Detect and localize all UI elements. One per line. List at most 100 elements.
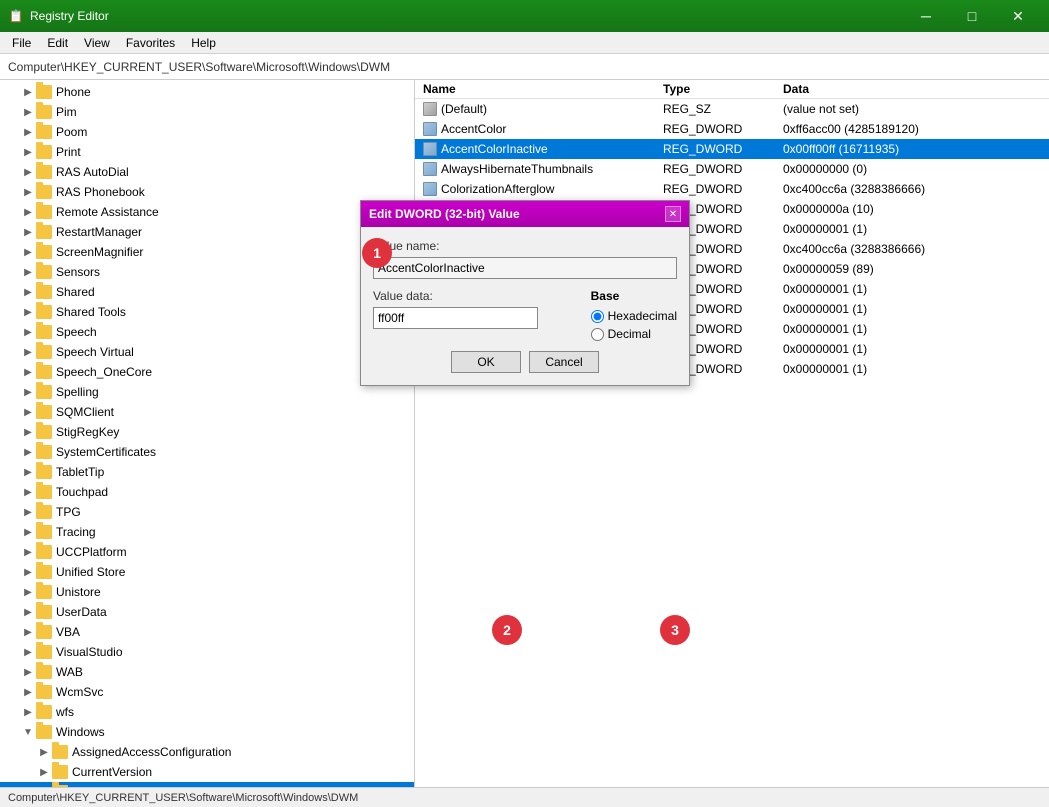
expand-icon[interactable]: ▶ — [20, 464, 36, 480]
tree-item-tpg[interactable]: ▶TPG — [0, 502, 414, 522]
tree-item-dwm[interactable]: ▶DWM — [0, 782, 414, 787]
title-bar: 📋 Registry Editor ─ □ ✕ — [0, 0, 1049, 32]
details-panel: Name Type Data (Default) REG_SZ(value no… — [415, 80, 1049, 787]
tree-item-rasphonebook[interactable]: ▶RAS Phonebook — [0, 182, 414, 202]
tree-item-sqmclient[interactable]: ▶SQMClient — [0, 402, 414, 422]
tree-item-speech[interactable]: ▶Speech — [0, 322, 414, 342]
tree-item-touchpad[interactable]: ▶Touchpad — [0, 482, 414, 502]
folder-icon — [36, 665, 52, 679]
decimal-radio[interactable] — [591, 328, 604, 341]
tree-item-vba[interactable]: ▶VBA — [0, 622, 414, 642]
expand-icon[interactable]: ▶ — [20, 404, 36, 420]
expand-icon[interactable]: ▶ — [20, 564, 36, 580]
tree-item-unistore[interactable]: ▶Unistore — [0, 582, 414, 602]
tree-item-print[interactable]: ▶Print — [0, 142, 414, 162]
tree-item-visualstudio[interactable]: ▶VisualStudio — [0, 642, 414, 662]
menu-view[interactable]: View — [76, 34, 118, 52]
expand-icon[interactable]: ▶ — [20, 84, 36, 100]
tree-item-phone[interactable]: ▶Phone — [0, 82, 414, 102]
decimal-option[interactable]: Decimal — [591, 327, 677, 341]
tree-item-poom[interactable]: ▶Poom — [0, 122, 414, 142]
tree-item-windows[interactable]: ▼Windows — [0, 722, 414, 742]
tree-item-shared[interactable]: ▶Shared — [0, 282, 414, 302]
tree-item-screenmagnifier[interactable]: ▶ScreenMagnifier — [0, 242, 414, 262]
tree-item-tablettip[interactable]: ▶TabletTip — [0, 462, 414, 482]
expand-icon[interactable]: ▶ — [20, 444, 36, 460]
expand-icon[interactable]: ▶ — [36, 764, 52, 780]
expand-icon[interactable]: ▶ — [20, 584, 36, 600]
expand-icon[interactable]: ▶ — [20, 644, 36, 660]
tree-item-userdata[interactable]: ▶UserData — [0, 602, 414, 622]
dialog-close-button[interactable]: ✕ — [665, 206, 681, 222]
tree-item-spelling[interactable]: ▶Spelling — [0, 382, 414, 402]
minimize-button[interactable]: ─ — [903, 0, 949, 32]
tree-item-wab[interactable]: ▶WAB — [0, 662, 414, 682]
tree-item-assignedaccessconfig[interactable]: ▶AssignedAccessConfiguration — [0, 742, 414, 762]
expand-icon[interactable]: ▶ — [20, 704, 36, 720]
tree-item-currentversion[interactable]: ▶CurrentVersion — [0, 762, 414, 782]
tree-item-sharedtools[interactable]: ▶Shared Tools — [0, 302, 414, 322]
tree-item-label: WcmSvc — [56, 685, 103, 699]
tree-item-wcmsvc[interactable]: ▶ WcmSvc — [0, 682, 414, 702]
expand-icon[interactable]: ▶ — [20, 284, 36, 300]
detail-row-alwayshibernate[interactable]: AlwaysHibernateThumbnails REG_DWORD0x000… — [415, 159, 1049, 179]
tree-item-rasautodial[interactable]: ▶RAS AutoDial — [0, 162, 414, 182]
detail-row-accentcolor[interactable]: AccentColor REG_DWORD0xff6acc00 (4285189… — [415, 119, 1049, 139]
expand-icon[interactable]: ▶ — [20, 124, 36, 140]
expand-icon[interactable]: ▶ — [20, 624, 36, 640]
hexadecimal-option[interactable]: Hexadecimal — [591, 309, 677, 323]
expand-icon[interactable]: ▶ — [20, 264, 36, 280]
expand-icon[interactable]: ▶ — [20, 184, 36, 200]
expand-icon[interactable]: ▶ — [20, 604, 36, 620]
maximize-button[interactable]: □ — [949, 0, 995, 32]
expand-icon[interactable]: ▶ — [20, 304, 36, 320]
tree-item-sensors[interactable]: ▶Sensors — [0, 262, 414, 282]
close-button[interactable]: ✕ — [995, 0, 1041, 32]
expand-icon[interactable]: ▶ — [20, 244, 36, 260]
expand-icon[interactable]: ▶ — [20, 684, 36, 700]
detail-row-default[interactable]: (Default) REG_SZ(value not set) — [415, 99, 1049, 119]
tree-item-stigregkey[interactable]: ▶StigRegKey — [0, 422, 414, 442]
expand-icon[interactable]: ▶ — [20, 524, 36, 540]
detail-row-accentcolorinactive[interactable]: AccentColorInactive REG_DWORD0x00ff00ff … — [415, 139, 1049, 159]
detail-row-colorizationafterglow[interactable]: ColorizationAfterglow REG_DWORD0xc400cc6… — [415, 179, 1049, 199]
expand-icon[interactable]: ▶ — [20, 144, 36, 160]
tree-item-unifiedstore[interactable]: ▶Unified Store — [0, 562, 414, 582]
tree-item-uccplatform[interactable]: ▶UCCPlatform — [0, 542, 414, 562]
expand-icon[interactable]: ▶ — [20, 204, 36, 220]
value-data-input[interactable] — [373, 307, 538, 329]
hexadecimal-radio[interactable] — [591, 310, 604, 323]
expand-icon[interactable]: ▶ — [20, 364, 36, 380]
ok-button[interactable]: OK — [451, 351, 521, 373]
expand-icon[interactable]: ▶ — [20, 544, 36, 560]
cancel-button[interactable]: Cancel — [529, 351, 599, 373]
tree-item-pim[interactable]: ▶Pim — [0, 102, 414, 122]
tree-item-speechonecore[interactable]: ▶Speech_OneCore — [0, 362, 414, 382]
expand-icon[interactable]: ▶ — [20, 484, 36, 500]
menu-help[interactable]: Help — [183, 34, 224, 52]
expand-icon[interactable]: ▶ — [20, 224, 36, 240]
tree-item-systemcertificates[interactable]: ▶SystemCertificates — [0, 442, 414, 462]
expand-icon[interactable]: ▶ — [20, 164, 36, 180]
menu-file[interactable]: File — [4, 34, 39, 52]
expand-icon[interactable]: ▶ — [36, 744, 52, 760]
reg-data: 0x00ff00ff (16711935) — [783, 142, 1041, 156]
expand-icon[interactable]: ▶ — [20, 344, 36, 360]
details-header: Name Type Data — [415, 80, 1049, 99]
tree-item-speechvirtual[interactable]: ▶Speech Virtual — [0, 342, 414, 362]
expand-icon[interactable]: ▶ — [20, 104, 36, 120]
expand-icon[interactable]: ▶ — [20, 384, 36, 400]
tree-item-wfs[interactable]: ▶wfs — [0, 702, 414, 722]
reg-data: 0x0000000a (10) — [783, 202, 1041, 216]
expand-icon[interactable]: ▶ — [20, 664, 36, 680]
tree-item-remoteassistance[interactable]: ▶Remote Assistance — [0, 202, 414, 222]
expand-icon[interactable]: ▶ — [36, 784, 52, 787]
expand-icon[interactable]: ▶ — [20, 324, 36, 340]
menu-edit[interactable]: Edit — [39, 34, 76, 52]
menu-favorites[interactable]: Favorites — [118, 34, 183, 52]
expand-icon[interactable]: ▶ — [20, 424, 36, 440]
tree-item-restartmanager[interactable]: ▶RestartManager — [0, 222, 414, 242]
expand-icon[interactable]: ▶ — [20, 504, 36, 520]
expand-icon[interactable]: ▼ — [20, 724, 36, 740]
tree-item-tracing[interactable]: ▶Tracing — [0, 522, 414, 542]
